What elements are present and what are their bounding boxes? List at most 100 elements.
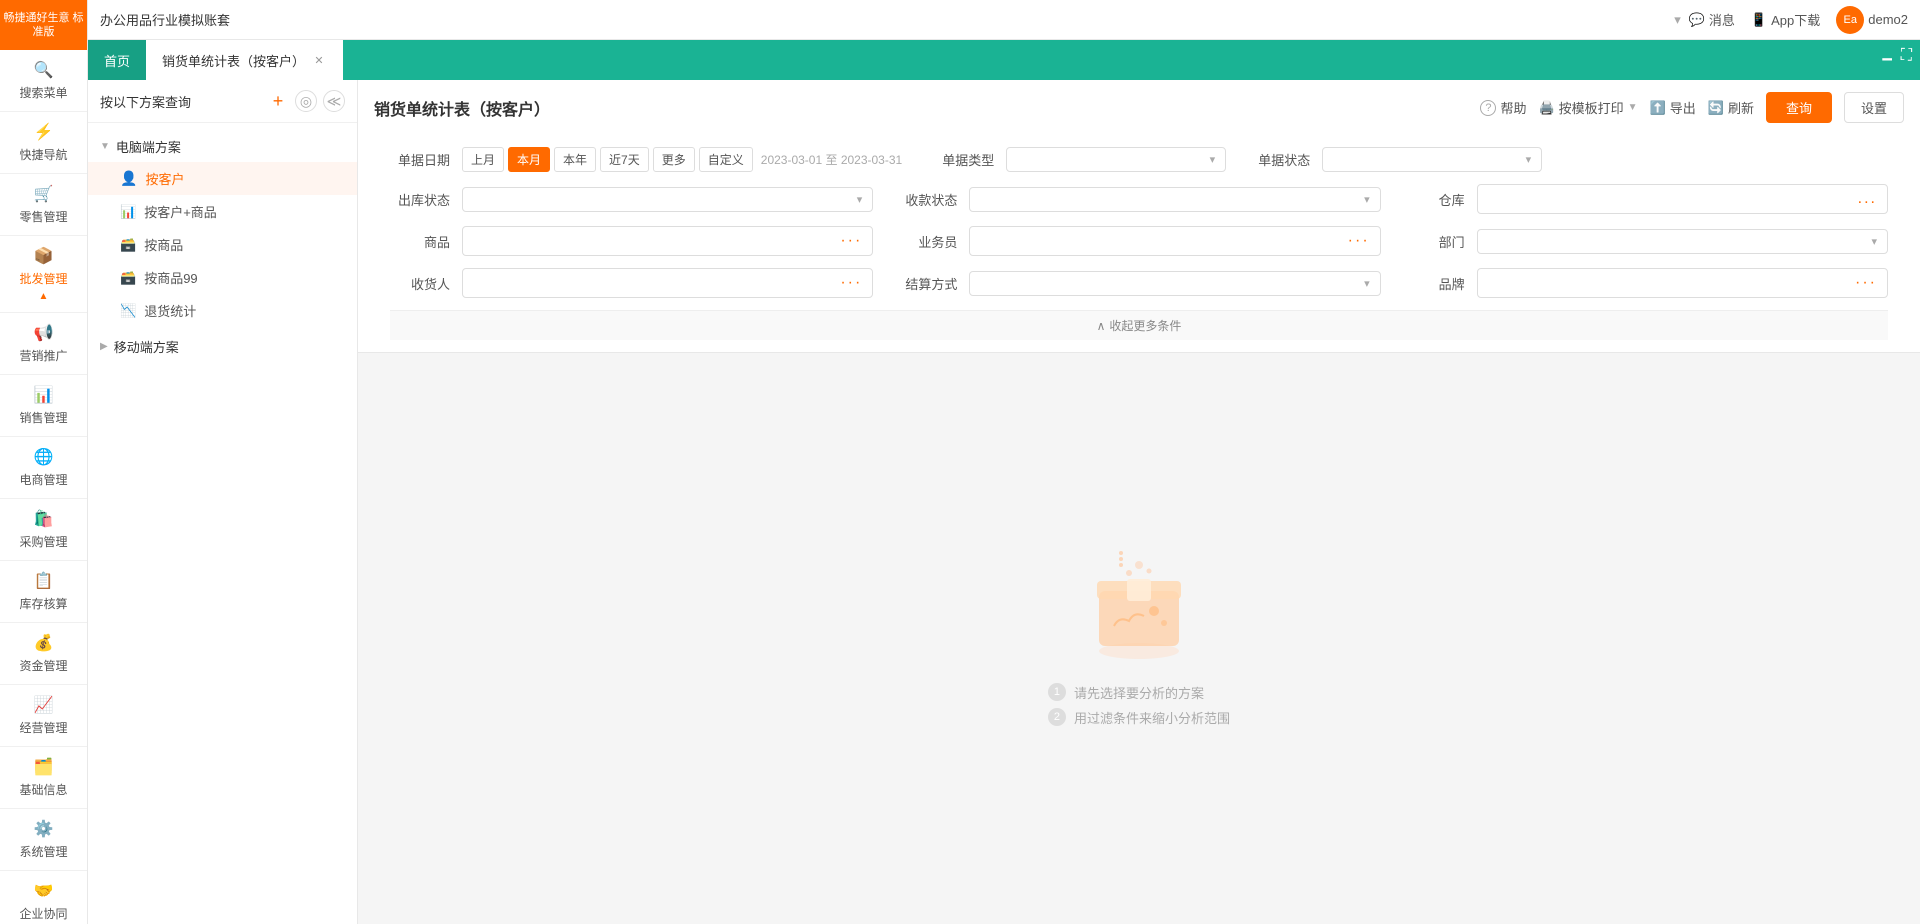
brand-label: 品牌 [1405,274,1465,293]
this-year-btn[interactable]: 本年 [554,147,596,172]
staff-dots-icon: ··· [1348,232,1370,250]
sidebar-item-sales[interactable]: 📊 销售管理 [0,375,87,437]
app-download-button[interactable]: 📱 App下载 [1751,10,1820,29]
staff-input[interactable]: ··· [969,226,1380,256]
print-button[interactable]: 🖨️ 按模板打印 ▼ [1538,98,1637,117]
sidebar-item-wholesale[interactable]: 📦 批发管理 ▲ [0,236,87,313]
operation-icon: 📈 [34,695,54,715]
sidebar-item-inventory[interactable]: 📋 库存核算 [0,561,87,623]
shortcut-icon: ⚡ [34,122,54,142]
mobile-group-title[interactable]: ▶ 移动端方案 [88,331,357,362]
empty-box-svg [1079,551,1199,661]
scheme-by-customer[interactable]: 👤 按客户 [88,162,357,195]
help-icon: ? [1480,100,1496,116]
brand-dots-icon: ··· [1855,274,1877,292]
scheme-by-product[interactable]: 🗃️ 按商品 [88,228,357,261]
sidebar-item-purchase[interactable]: 🛍️ 采购管理 [0,499,87,561]
payment-status-label: 收款状态 [897,190,957,209]
receiver-input[interactable]: ··· [462,268,873,298]
retail-icon: 🛒 [34,184,54,204]
tab-maximize-icon[interactable]: ⛶ [1901,47,1912,74]
empty-hint-2: 2 用过滤条件来缩小分析范围 [1048,708,1230,727]
sidebar-item-label: 系统管理 [19,843,67,860]
tab-home-label: 首页 [104,51,130,70]
refresh-button[interactable]: 🔄 刷新 [1708,98,1754,117]
chevron-down-icon3: ▾ [857,193,863,206]
sidebar-item-basic[interactable]: 🗂️ 基础信息 [0,747,87,809]
payment-status-select[interactable]: ▾ [969,187,1380,212]
sidebar-item-label: 资金管理 [19,657,67,674]
scheme-by-product99[interactable]: 🗃️ 按商品99 [88,261,357,294]
tabbar: 首页 销货单统计表（按客户） ✕ 🗕 ⛶ [88,40,1920,80]
goods-input[interactable]: ··· [462,226,873,256]
sidebar-item-search[interactable]: 🔍 搜索菜单 [0,50,87,112]
scheme-return-stats[interactable]: 📉 退货统计 [88,294,357,327]
collapse-panel-button[interactable]: ≪ [323,90,345,112]
steam-dot-2 [1119,557,1123,561]
sidebar-item-label: 基础信息 [19,781,67,798]
add-scheme-button[interactable]: + [267,90,289,112]
dept-select[interactable]: ▾ [1477,229,1888,254]
scheme-customer-product[interactable]: 📊 按客户+商品 [88,195,357,228]
basic-icon: 🗂️ [34,757,54,777]
app-logo: 畅捷通好生意 标准版 [0,0,88,50]
more-btn[interactable]: 更多 [653,147,695,172]
out-status-label: 出库状态 [390,190,450,209]
refresh-scheme-button[interactable]: ◎ [295,90,317,112]
tab-report[interactable]: 销货单统计表（按客户） ✕ [146,40,343,80]
filter-row-4: 收货人 ··· 结算方式 ▾ 品牌 ··· [390,268,1888,298]
sidebar-item-label: 企业协同 [19,905,67,922]
empty-state: 1 请先选择要分析的方案 2 用过滤条件来缩小分析范围 [358,353,1920,924]
sidebar-item-ecommerce[interactable]: 🌐 电商管理 [0,437,87,499]
help-button[interactable]: ? 帮助 [1480,98,1526,117]
return-stats-scheme-icon: 📉 [120,303,136,319]
brand-input[interactable]: ··· [1477,268,1888,298]
steam-dot-1 [1119,551,1123,555]
marketing-icon: 📢 [34,323,54,343]
sidebar-item-label: 搜索菜单 [19,84,67,101]
this-month-btn[interactable]: 本月 [508,147,550,172]
sidebar-item-retail[interactable]: 🛒 零售管理 [0,174,87,236]
sidebar-item-system[interactable]: ⚙️ 系统管理 [0,809,87,871]
custom-btn[interactable]: 自定义 [699,147,753,172]
out-status-select[interactable]: ▾ [462,187,873,212]
receiver-label: 收货人 [390,274,450,293]
query-button[interactable]: 查询 [1766,92,1832,123]
sidebar-item-company[interactable]: 🤝 企业协同 [0,871,87,924]
refresh-label: 刷新 [1728,98,1754,117]
tab-close-icon[interactable]: ✕ [311,52,327,68]
sidebar-item-shortcut[interactable]: ⚡ 快捷导航 [0,112,87,174]
collapse-more-button[interactable]: ∧ 收起更多条件 [390,310,1888,340]
filter-row-2: 出库状态 ▾ 收款状态 ▾ 仓库 ... [390,184,1888,214]
page-header: 销货单统计表（按客户） ? 帮助 🖨️ 按模板打印 ▼ ⬆️ [358,80,1920,353]
tab-minimize-icon[interactable]: 🗕 [1881,47,1892,74]
sidebar-item-finance[interactable]: 💰 资金管理 [0,623,87,685]
pc-group-title[interactable]: ▼ 电脑端方案 [88,131,357,162]
scheme-label: 按商品 [144,235,183,254]
topbar-dropdown-icon[interactable]: ▾ [1674,12,1681,28]
payment-method-select[interactable]: ▾ [969,271,1380,296]
scheme-label: 按客户 [145,169,184,188]
expand-arrow: ▲ [39,291,49,302]
doc-status-select[interactable]: ▾ [1322,147,1542,172]
last7days-btn[interactable]: 近7天 [600,147,649,172]
export-button[interactable]: ⬆️ 导出 [1650,98,1696,117]
left-panel-header: 按以下方案查询 + ◎ ≪ [88,80,357,123]
expand-arrow-icon: ▼ [100,141,110,152]
user-profile-button[interactable]: Ea demo2 [1836,6,1908,34]
doc-status-label: 单据状态 [1250,150,1310,169]
warehouse-label: 仓库 [1405,190,1465,209]
set-button[interactable]: 设置 [1844,92,1904,123]
chevron-down-icon4: ▾ [1364,193,1370,206]
warehouse-input[interactable]: ... [1477,184,1888,214]
app-download-label: App下载 [1771,10,1820,29]
mobile-group-label: 移动端方案 [114,337,179,356]
sidebar-item-operation[interactable]: 📈 经营管理 [0,685,87,747]
tab-home[interactable]: 首页 [88,40,146,80]
sidebar-item-marketing[interactable]: 📢 营销推广 [0,313,87,375]
doc-type-select[interactable]: ▾ [1006,147,1226,172]
last-month-btn[interactable]: 上月 [462,147,504,172]
scheme-label: 退货统计 [144,301,196,320]
dept-label: 部门 [1405,232,1465,251]
message-button[interactable]: 💬 消息 [1689,10,1735,29]
